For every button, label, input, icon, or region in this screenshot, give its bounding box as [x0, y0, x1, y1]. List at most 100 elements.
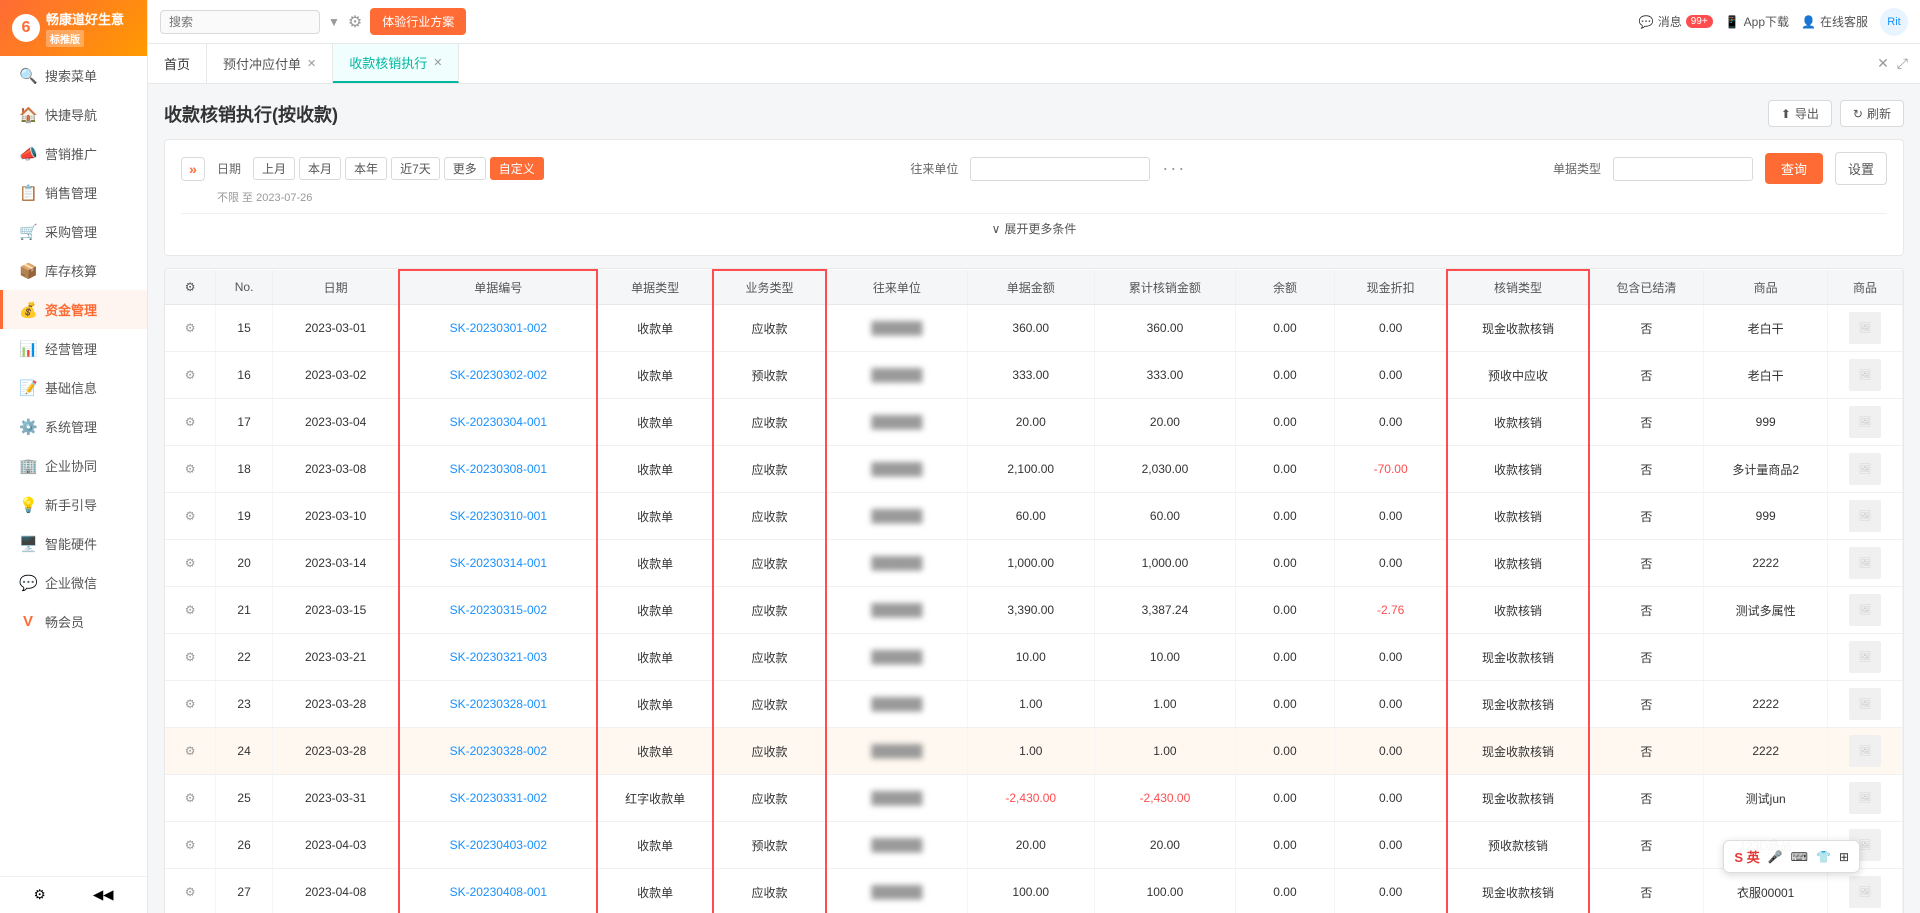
refresh-button[interactable]: ↻ 刷新	[1840, 100, 1904, 127]
sidebar-item-quicknav[interactable]: 🏠 快捷导航	[0, 95, 147, 134]
date-this-year-button[interactable]: 本年	[345, 157, 387, 180]
tab-payable-close-icon[interactable]: ✕	[307, 57, 316, 70]
date-more-button[interactable]: 更多	[444, 157, 486, 180]
sidebar-item-system[interactable]: ⚙️ 系统管理	[0, 407, 147, 446]
doc-type-filter-select[interactable]	[1613, 157, 1753, 181]
sidebar-item-inventory[interactable]: 📦 库存核算	[0, 251, 147, 290]
td-settings[interactable]: ⚙	[165, 540, 216, 587]
phone-icon: 📱	[1725, 15, 1740, 29]
solution-button[interactable]: 体验行业方案	[370, 8, 466, 35]
td-settings[interactable]: ⚙	[165, 634, 216, 681]
filter-settings-button[interactable]: 设置	[1835, 152, 1887, 185]
td-goods: 老白干	[1704, 352, 1828, 399]
tab-writeoff-close-icon[interactable]: ✕	[433, 56, 442, 69]
td-doc-amount: 1.00	[967, 681, 1094, 728]
th-settings[interactable]: ⚙	[165, 270, 216, 305]
td-settings[interactable]: ⚙	[165, 352, 216, 399]
doc-num-link[interactable]: SK-20230331-002	[450, 791, 547, 805]
td-settings[interactable]: ⚙	[165, 869, 216, 913]
sidebar-settings-button[interactable]: ⚙	[34, 887, 46, 903]
doc-num-link[interactable]: SK-20230304-001	[450, 415, 547, 429]
ime-grid-icon[interactable]: ⊞	[1839, 850, 1849, 864]
ime-keyboard-icon[interactable]: ⌨	[1791, 850, 1808, 864]
filter-expand-button[interactable]: »	[181, 157, 205, 181]
sidebar-item-purchase[interactable]: 🛒 采购管理	[0, 212, 147, 251]
td-settings[interactable]: ⚙	[165, 728, 216, 775]
td-no: 16	[216, 352, 272, 399]
date-last-month-button[interactable]: 上月	[253, 157, 295, 180]
td-total-writeoff: 60.00	[1094, 493, 1235, 540]
td-include-settled: 否	[1589, 352, 1704, 399]
export-button[interactable]: ⬆ 导出	[1768, 100, 1832, 127]
tab-close-all-icon[interactable]: ✕	[1877, 55, 1889, 72]
user-avatar[interactable]: Rit	[1880, 8, 1908, 36]
sidebar-item-operations[interactable]: 📊 经营管理	[0, 329, 147, 368]
dropdown-arrow-icon[interactable]: ▼	[328, 15, 340, 29]
sidebar-item-hardware[interactable]: 🖥️ 智能硬件	[0, 524, 147, 563]
sidebar-item-basic[interactable]: 📝 基础信息	[0, 368, 147, 407]
tab-expand-icon[interactable]: ⤢	[1897, 55, 1908, 72]
page-title-bar: 收款核销执行(按收款) ⬆ 导出 ↻ 刷新	[164, 100, 1904, 127]
partner-filter-input[interactable]	[970, 157, 1150, 181]
sidebar-item-sales[interactable]: 📋 销售管理	[0, 173, 147, 212]
td-partner: ██████	[826, 446, 967, 493]
doc-num-link[interactable]: SK-20230302-002	[450, 368, 547, 382]
doc-num-link[interactable]: SK-20230328-001	[450, 697, 547, 711]
td-biz-type: 应收款	[713, 869, 826, 913]
doc-num-link[interactable]: SK-20230408-001	[450, 885, 547, 899]
td-doc-type: 收款单	[597, 634, 713, 681]
td-settings[interactable]: ⚙	[165, 681, 216, 728]
sidebar-item-guide[interactable]: 💡 新手引导	[0, 485, 147, 524]
td-settings[interactable]: ⚙	[165, 822, 216, 869]
date-custom-button[interactable]: 自定义	[490, 157, 544, 180]
td-cash-discount: 0.00	[1334, 822, 1447, 869]
td-balance: 0.00	[1236, 681, 1335, 728]
topbar-service[interactable]: 👤 在线客服	[1801, 13, 1868, 30]
doc-num-link[interactable]: SK-20230328-002	[450, 744, 547, 758]
sidebar-item-finance[interactable]: 💰 资金管理	[0, 290, 147, 329]
td-doc-amount: 100.00	[967, 869, 1094, 913]
td-doc-amount: 333.00	[967, 352, 1094, 399]
sidebar-item-search[interactable]: 🔍 搜索菜单	[0, 56, 147, 95]
td-date: 2023-03-28	[272, 681, 399, 728]
tab-writeoff[interactable]: 收款核销执行 ✕	[333, 44, 459, 83]
tab-home[interactable]: 首页	[148, 44, 207, 83]
query-button[interactable]: 查询	[1765, 153, 1823, 184]
sidebar-item-wechat[interactable]: 💬 企业微信	[0, 563, 147, 602]
expand-more-button[interactable]: ∨ 展开更多条件	[181, 213, 1887, 243]
td-total-writeoff: 360.00	[1094, 305, 1235, 352]
td-doc-type: 收款单	[597, 728, 713, 775]
td-no: 19	[216, 493, 272, 540]
topbar-gear-icon[interactable]: ⚙	[348, 12, 362, 32]
td-settings[interactable]: ⚙	[165, 446, 216, 493]
doc-num-link[interactable]: SK-20230314-001	[450, 556, 547, 570]
inventory-icon: 📦	[19, 262, 37, 280]
doc-num-link[interactable]: SK-20230301-002	[450, 321, 547, 335]
td-writeoff-type: 收款核销	[1447, 587, 1588, 634]
sidebar-item-marketing[interactable]: 📣 营销推广	[0, 134, 147, 173]
tab-payable[interactable]: 预付冲应付单 ✕	[207, 44, 333, 83]
doc-num-link[interactable]: SK-20230310-001	[450, 509, 547, 523]
td-settings[interactable]: ⚙	[165, 399, 216, 446]
td-cash-discount: 0.00	[1334, 540, 1447, 587]
sidebar-collapse-button[interactable]: ◀◀	[93, 887, 114, 903]
sidebar-item-corp[interactable]: 🏢 企业协同	[0, 446, 147, 485]
ime-mic-icon[interactable]: 🎤	[1768, 850, 1783, 864]
doc-num-link[interactable]: SK-20230321-003	[450, 650, 547, 664]
td-settings[interactable]: ⚙	[165, 775, 216, 822]
doc-num-link[interactable]: SK-20230403-002	[450, 838, 547, 852]
topbar-search-input[interactable]	[160, 10, 320, 34]
date-7days-button[interactable]: 近7天	[391, 157, 440, 180]
date-this-month-button[interactable]: 本月	[299, 157, 341, 180]
ime-shirt-icon[interactable]: 👕	[1816, 850, 1831, 864]
doc-num-link[interactable]: SK-20230308-001	[450, 462, 547, 476]
td-settings[interactable]: ⚙	[165, 493, 216, 540]
partner-dots-icon[interactable]: ···	[1162, 158, 1186, 179]
td-settings[interactable]: ⚙	[165, 587, 216, 634]
topbar-app-download[interactable]: 📱 App下载	[1725, 13, 1789, 30]
topbar-messages[interactable]: 💬 消息 99+	[1639, 13, 1713, 30]
doc-num-link[interactable]: SK-20230315-002	[450, 603, 547, 617]
sidebar-item-member[interactable]: V 畅会员	[0, 602, 147, 641]
msg-badge: 99+	[1686, 15, 1713, 28]
td-settings[interactable]: ⚙	[165, 305, 216, 352]
